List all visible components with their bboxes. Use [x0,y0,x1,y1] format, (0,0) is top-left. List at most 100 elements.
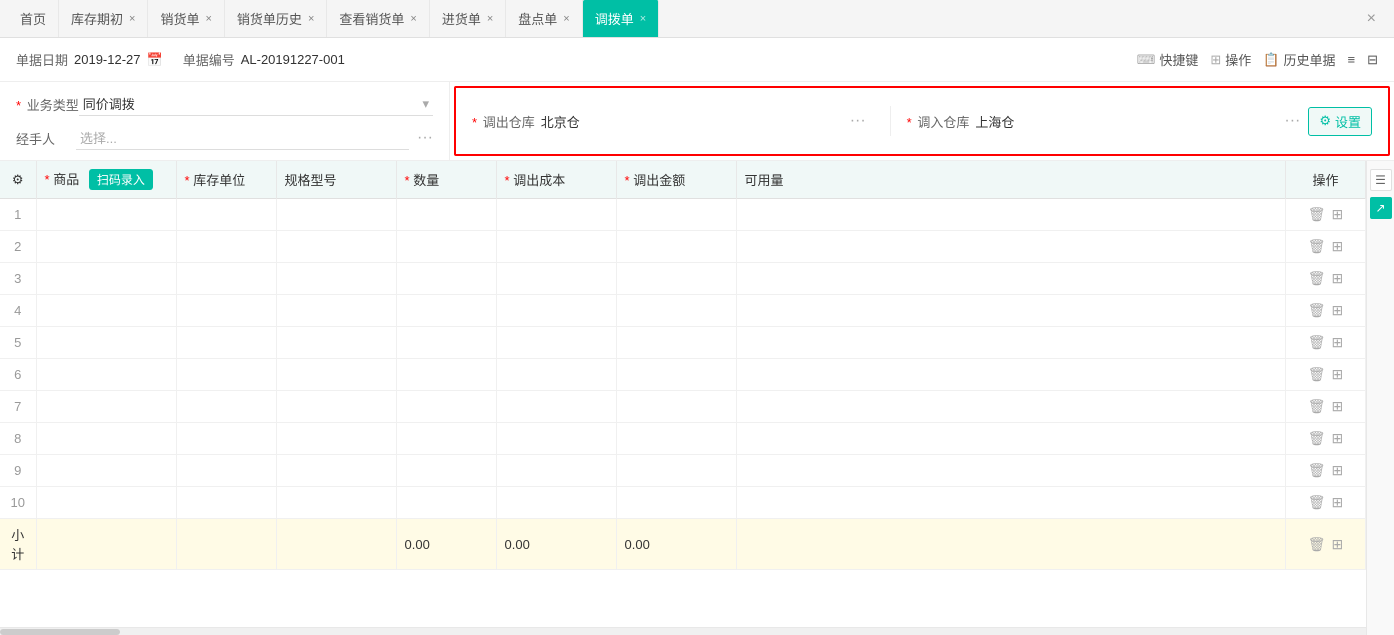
spec-cell[interactable] [276,199,396,231]
spec-cell[interactable] [276,423,396,455]
close-icon[interactable]: × [129,13,135,25]
qty-cell[interactable] [396,359,496,391]
spec-cell[interactable] [276,359,396,391]
qty-cell[interactable] [396,455,496,487]
copy-icon[interactable]: ⊞ [1332,334,1344,351]
product-cell[interactable] [36,295,176,327]
close-icon[interactable]: × [487,13,493,25]
qty-cell[interactable] [396,263,496,295]
cost-cell[interactable] [496,423,616,455]
scroll-thumb[interactable] [0,629,120,635]
cost-cell[interactable] [496,327,616,359]
product-cell[interactable] [36,455,176,487]
qty-cell[interactable] [396,487,496,519]
tab-sales-history[interactable]: 销货单历史 × [225,0,327,37]
spec-cell[interactable] [276,263,396,295]
close-icon[interactable]: × [205,13,211,25]
amount-cell[interactable] [616,263,736,295]
spec-cell[interactable] [276,487,396,519]
copy-icon[interactable]: ⊞ [1332,430,1344,447]
unit-cell[interactable] [176,359,276,391]
tab-purchase-order[interactable]: 进货单 × [430,0,506,37]
copy-icon[interactable]: ⊞ [1332,494,1344,511]
product-cell[interactable] [36,423,176,455]
scan-button[interactable]: 扫码录入 [89,169,153,190]
target-warehouse-more-icon[interactable]: ··· [1276,112,1308,130]
delete-icon[interactable]: 🗑 [1308,430,1326,447]
copy-icon[interactable]: ⊞ [1332,366,1344,383]
qty-cell[interactable] [396,423,496,455]
product-cell[interactable] [36,359,176,391]
unit-cell[interactable] [176,455,276,487]
amount-cell[interactable] [616,487,736,519]
delete-icon[interactable]: 🗑 [1308,398,1326,415]
delete-icon[interactable]: 🗑 [1308,302,1326,319]
qty-cell[interactable] [396,327,496,359]
unit-cell[interactable] [176,391,276,423]
copy-icon[interactable]: ⊞ [1332,302,1344,319]
amount-cell[interactable] [616,391,736,423]
qty-cell[interactable] [396,295,496,327]
more-icon[interactable]: ··· [417,129,433,147]
unit-cell[interactable] [176,423,276,455]
tab-sales-order[interactable]: 销货单 × [148,0,224,37]
product-cell[interactable] [36,263,176,295]
amount-cell[interactable] [616,359,736,391]
amount-cell[interactable] [616,199,736,231]
product-cell[interactable] [36,231,176,263]
delete-icon[interactable]: 🗑 [1308,206,1326,223]
qty-cell[interactable] [396,199,496,231]
unit-cell[interactable] [176,487,276,519]
amount-cell[interactable] [616,231,736,263]
cost-cell[interactable] [496,359,616,391]
sidebar-list-icon[interactable]: ☰ [1370,169,1392,191]
business-type-select[interactable]: 同价调拨 ▾ [79,92,433,116]
spec-cell[interactable] [276,231,396,263]
gear-icon[interactable]: ⚙ [12,172,24,187]
delete-icon[interactable]: 🗑 [1308,238,1326,255]
sidebar-export-icon[interactable]: ↗ [1370,197,1392,219]
spec-cell[interactable] [276,391,396,423]
copy-icon[interactable]: ⊞ [1332,206,1344,223]
delete-icon[interactable]: 🗑 [1308,462,1326,479]
tab-home[interactable]: 首页 [8,0,59,37]
cost-cell[interactable] [496,263,616,295]
cost-cell[interactable] [496,295,616,327]
history-button[interactable]: 📋 历史单据 [1263,50,1335,69]
product-cell[interactable] [36,327,176,359]
product-cell[interactable] [36,391,176,423]
tab-inventory-init[interactable]: 库存期初 × [59,0,148,37]
tab-view-sales[interactable]: 查看销货单 × [327,0,429,37]
handler-select[interactable]: 选择... [76,126,409,150]
copy-icon[interactable]: ⊞ [1332,270,1344,287]
amount-cell[interactable] [616,423,736,455]
amount-cell[interactable] [616,327,736,359]
cost-cell[interactable] [496,391,616,423]
unit-cell[interactable] [176,231,276,263]
close-icon[interactable]: × [563,13,569,25]
spec-cell[interactable] [276,327,396,359]
layout-toggle-1[interactable]: ≡ [1348,52,1356,67]
copy-icon[interactable]: ⊞ [1332,238,1344,255]
close-icon[interactable]: × [308,13,314,25]
cost-cell[interactable] [496,455,616,487]
delete-icon[interactable]: 🗑 [1308,366,1326,383]
spec-cell[interactable] [276,455,396,487]
product-cell[interactable] [36,199,176,231]
tab-transfer-order[interactable]: 调拨单 × [583,0,659,37]
copy-icon[interactable]: ⊞ [1332,536,1344,553]
close-icon[interactable]: × [410,13,416,25]
amount-cell[interactable] [616,295,736,327]
spec-cell[interactable] [276,295,396,327]
delete-icon[interactable]: 🗑 [1308,494,1326,511]
cost-cell[interactable] [496,199,616,231]
tab-inventory-count[interactable]: 盘点单 × [506,0,582,37]
close-all-button[interactable]: × [1357,10,1386,28]
amount-cell[interactable] [616,455,736,487]
cost-cell[interactable] [496,231,616,263]
copy-icon[interactable]: ⊞ [1332,398,1344,415]
qty-cell[interactable] [396,391,496,423]
layout-toggle-2[interactable]: ⊟ [1367,52,1378,68]
shortcuts-button[interactable]: ⌨ 快捷键 [1137,50,1199,69]
product-cell[interactable] [36,487,176,519]
